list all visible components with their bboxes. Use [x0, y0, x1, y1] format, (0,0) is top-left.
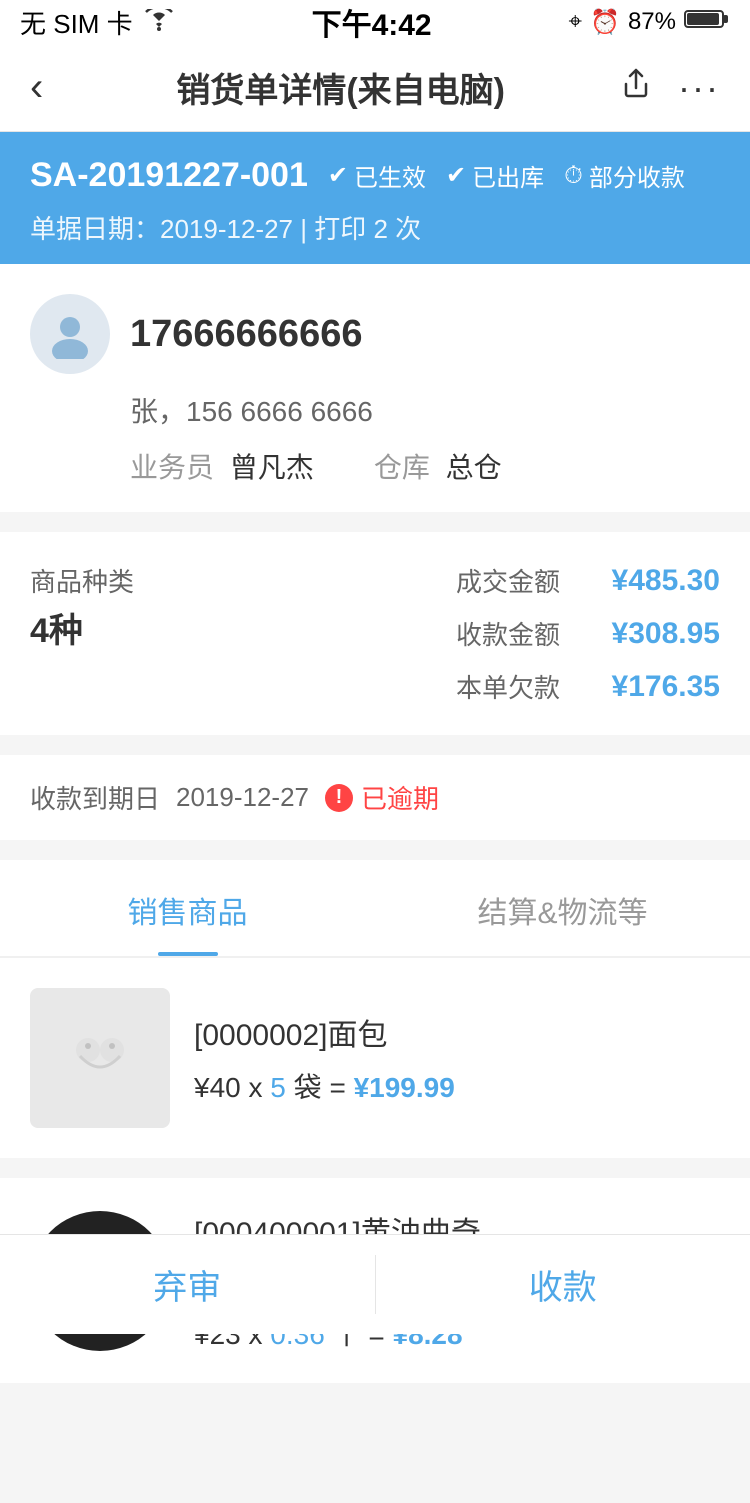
battery-icon [684, 8, 730, 37]
status-right: ⌖ ⏰ 87% [569, 8, 730, 37]
status-badge-effective: ✔ 已生效 [328, 158, 426, 193]
stats-left: 商品种类 4种 [30, 562, 134, 652]
wifi-icon [143, 7, 175, 38]
location-icon: ⌖ [569, 8, 583, 36]
payment-due-section: 收款到期日 2019-12-27 ! 已逾期 [0, 755, 750, 840]
status-badge-partial: ⏱ 部分收款 [564, 158, 685, 193]
payment-due-label: 收款到期日 [30, 779, 160, 816]
owed-row: 本单欠款 ¥176.35 [456, 668, 720, 705]
more-icon[interactable]: ··· [678, 67, 720, 109]
received-row: 收款金额 ¥308.95 [456, 615, 720, 652]
clock-icon: ⏱ [564, 162, 583, 190]
tabs-row: 销售商品 结算&物流等 [0, 860, 750, 956]
overdue-badge: ! 已逾期 [325, 779, 439, 816]
back-button[interactable]: ‹ [30, 55, 63, 120]
category-value: 4种 [30, 603, 134, 652]
tab-settlement[interactable]: 结算&物流等 [375, 860, 750, 956]
status-left: 无 SIM 卡 [20, 4, 175, 41]
stats-right: 成交金额 ¥485.30 收款金额 ¥308.95 本单欠款 ¥176.35 [456, 562, 720, 705]
product-thumb-1 [30, 988, 170, 1128]
customer-section: 17666666666 张，156 6666 6666 业务员 曾凡杰 仓库 总… [0, 264, 750, 512]
share-icon[interactable] [618, 66, 654, 110]
bottom-bar: 弃审 收款 [0, 1234, 750, 1334]
customer-avatar [30, 294, 110, 374]
header-banner: SA-20191227-001 ✔ 已生效 ✔ 已出库 ⏱ 部分收款 单据日期：… [0, 132, 750, 264]
nav-actions: ··· [618, 66, 720, 110]
cancel-button[interactable]: 弃审 [0, 1235, 375, 1334]
sales-meta: 业务员 曾凡杰 [130, 446, 314, 486]
overdue-text: 已逾期 [361, 779, 439, 816]
sim-status: 无 SIM 卡 [20, 4, 133, 41]
order-id-row: SA-20191227-001 ✔ 已生效 ✔ 已出库 ⏱ 部分收款 [30, 156, 720, 195]
product-info-1: [0000002]面包 ¥40 x 5 袋 = ¥199.99 [194, 1010, 720, 1106]
tab-products[interactable]: 销售商品 [0, 860, 375, 956]
nav-bar: ‹ 销货单详情(来自电脑) ··· [0, 44, 750, 132]
product-price-1: ¥40 x 5 袋 = ¥199.99 [194, 1066, 720, 1106]
deal-amount-row: 成交金额 ¥485.30 [456, 562, 720, 599]
customer-name-phone: 张，156 6666 6666 [30, 390, 720, 430]
warehouse-meta: 仓库 总仓 [374, 446, 502, 486]
product-item-1: [0000002]面包 ¥40 x 5 袋 = ¥199.99 [0, 958, 750, 1158]
status-bar: 无 SIM 卡 下午4:42 ⌖ ⏰ 87% [0, 0, 750, 44]
order-id-value: SA-20191227-001 [30, 156, 308, 195]
customer-meta: 业务员 曾凡杰 仓库 总仓 [30, 446, 720, 486]
product-name-1: [0000002]面包 [194, 1010, 720, 1054]
customer-phone: 17666666666 [130, 313, 362, 356]
check-icon-1: ✔ [328, 161, 348, 190]
payment-due-date: 2019-12-27 [176, 782, 309, 813]
battery-level: 87% [628, 8, 676, 36]
status-time: 下午4:42 [312, 0, 432, 44]
overdue-icon: ! [325, 784, 353, 812]
customer-top: 17666666666 [30, 294, 720, 374]
tabs-section: 销售商品 结算&物流等 [0, 860, 750, 958]
status-badge-shipped: ✔ 已出库 [446, 158, 544, 193]
check-icon-2: ✔ [446, 161, 466, 190]
order-date-row: 单据日期：2019-12-27 | 打印 2 次 [30, 209, 720, 246]
page-title: 销货单详情(来自电脑) [63, 63, 618, 112]
category-label: 商品种类 [30, 562, 134, 599]
confirm-button[interactable]: 收款 [376, 1235, 750, 1334]
alarm-icon: ⏰ [590, 8, 620, 37]
stats-section: 商品种类 4种 成交金额 ¥485.30 收款金额 ¥308.95 本单欠款 ¥… [0, 532, 750, 735]
